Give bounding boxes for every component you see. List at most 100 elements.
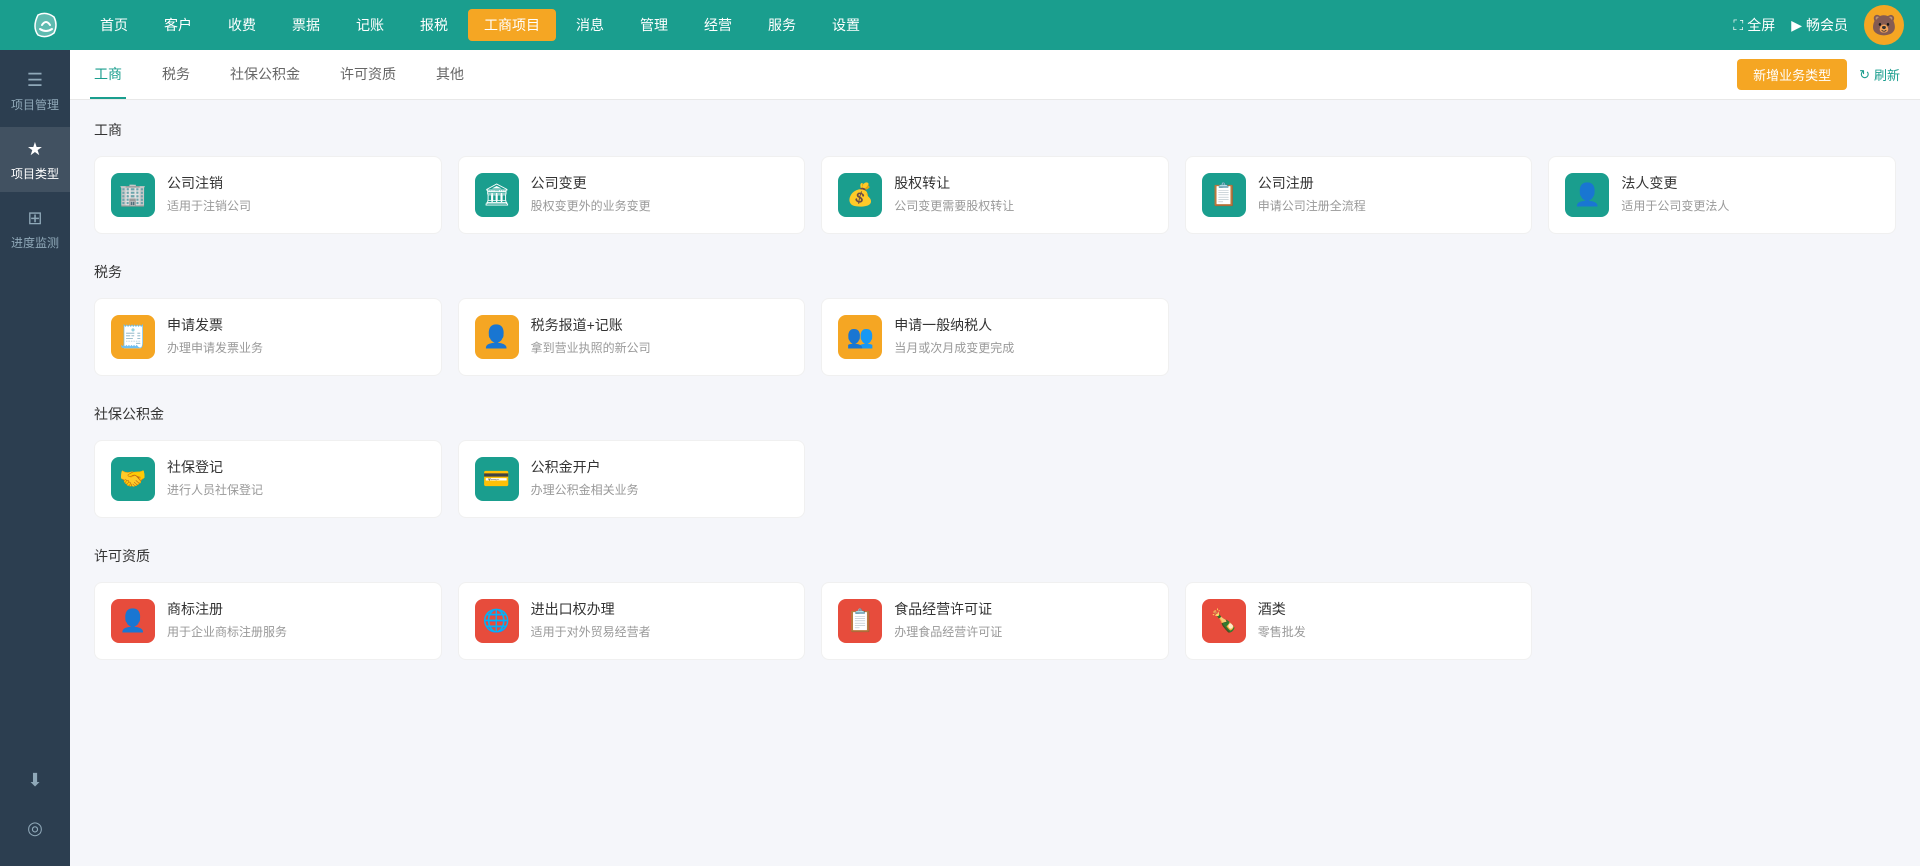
fullscreen-label: 全屏 — [1747, 15, 1775, 35]
card-info: 社保登记 进行人员社保登记 — [167, 457, 425, 498]
cards-grid-xuke: 👤 商标注册 用于企业商标注册服务 🌐 进出口权办理 适用于对外贸易经营者 — [94, 582, 1896, 660]
card-import-export[interactable]: 🌐 进出口权办理 适用于对外贸易经营者 — [458, 582, 806, 660]
liquor-icon: 🍾 — [1202, 599, 1246, 643]
sidebar-item-progress-monitor[interactable]: ⊞ 进度监测 — [0, 196, 70, 261]
card-provident-fund[interactable]: 💳 公积金开户 办理公积金相关业务 — [458, 440, 806, 518]
card-desc: 适用于公司变更法人 — [1621, 197, 1879, 214]
fullscreen-button[interactable]: ⛶ 全屏 — [1733, 15, 1775, 35]
card-desc: 用于企业商标注册服务 — [167, 623, 425, 640]
sidebar-item-download[interactable]: ⬇ — [0, 758, 70, 802]
nav-item-管理[interactable]: 管理 — [624, 9, 684, 41]
nav-item-经营[interactable]: 经营 — [688, 9, 748, 41]
nav-item-设置[interactable]: 设置 — [816, 9, 876, 41]
tab-actions: 新增业务类型 ↻ 刷新 — [1737, 59, 1900, 90]
card-company-change[interactable]: 🏛 公司变更 股权变更外的业务变更 — [458, 156, 806, 234]
company-change-icon: 🏛 — [475, 173, 519, 217]
nav-item-收费[interactable]: 收费 — [212, 9, 272, 41]
card-company-register[interactable]: 📋 公司注册 申请公司注册全流程 — [1185, 156, 1533, 234]
card-desc: 适用于对外贸易经营者 — [531, 623, 789, 640]
project-type-icon: ★ — [23, 137, 47, 161]
card-name: 进出口权办理 — [531, 599, 789, 619]
card-info: 公司变更 股权变更外的业务变更 — [531, 173, 789, 214]
card-general-taxpayer[interactable]: 👥 申请一般纳税人 当月或次月成变更完成 — [821, 298, 1169, 376]
refresh-button[interactable]: ↻ 刷新 — [1859, 65, 1900, 84]
card-info: 公司注销 适用于注销公司 — [167, 173, 425, 214]
nav-item-记账[interactable]: 记账 — [340, 9, 400, 41]
card-desc: 公司变更需要股权转让 — [894, 197, 1152, 214]
cards-grid-gongshang: 🏢 公司注销 适用于注销公司 🏛 公司变更 股权变更外的业务变更 — [94, 156, 1896, 234]
sidebar-item-project-type[interactable]: ★ 项目类型 — [0, 127, 70, 192]
nav-item-消息[interactable]: 消息 — [560, 9, 620, 41]
card-name: 公积金开户 — [531, 457, 789, 477]
trademark-icon: 👤 — [111, 599, 155, 643]
card-equity-transfer[interactable]: 💰 股权转让 公司变更需要股权转让 — [821, 156, 1169, 234]
card-invoice-apply[interactable]: 🧾 申请发票 办理申请发票业务 — [94, 298, 442, 376]
download-icon: ⬇ — [23, 768, 47, 792]
tab-shebao[interactable]: 社保公积金 — [226, 50, 304, 99]
invoice-icon: 🧾 — [111, 315, 155, 359]
content-scroll[interactable]: 工商 🏢 公司注销 适用于注销公司 🏛 公司变更 股权变更外的业务变更 — [70, 100, 1920, 866]
content-area: 工商 税务 社保公积金 许可资质 其他 新增业务类型 ↻ 刷新 工商 — [70, 50, 1920, 866]
card-social-insurance[interactable]: 🤝 社保登记 进行人员社保登记 — [94, 440, 442, 518]
card-info: 法人变更 适用于公司变更法人 — [1621, 173, 1879, 214]
sidebar-item-label: 项目管理 — [11, 96, 59, 113]
card-desc: 拿到营业执照的新公司 — [531, 339, 789, 356]
company-register-icon: 📋 — [1202, 173, 1246, 217]
card-legal-person-change[interactable]: 👤 法人变更 适用于公司变更法人 — [1548, 156, 1896, 234]
card-name: 酒类 — [1258, 599, 1516, 619]
section-title-shebao: 社保公积金 — [94, 404, 1896, 424]
project-management-icon: ☰ — [23, 68, 47, 92]
tax-report-icon: 👤 — [475, 315, 519, 359]
section-shuiwu: 税务 🧾 申请发票 办理申请发票业务 👤 税务报道+记账 拿到营业执照的新 — [94, 262, 1896, 376]
card-name: 公司注册 — [1258, 173, 1516, 193]
tab-xuke[interactable]: 许可资质 — [336, 50, 400, 99]
fullscreen-icon: ⛶ — [1733, 17, 1743, 34]
sidebar-item-label: 进度监测 — [11, 234, 59, 251]
play-icon: ▶ — [1791, 17, 1802, 34]
section-shebao: 社保公积金 🤝 社保登记 进行人员社保登记 💳 公积金开户 办理公积金相关 — [94, 404, 1896, 518]
card-tax-report[interactable]: 👤 税务报道+记账 拿到营业执照的新公司 — [458, 298, 806, 376]
top-navigation: 首页客户收费票据记账报税工商项目消息管理经营服务设置 ⛶ 全屏 ▶ 畅会员 🐻 — [0, 0, 1920, 50]
section-title-gongshang: 工商 — [94, 120, 1896, 140]
nav-item-服务[interactable]: 服务 — [752, 9, 812, 41]
section-title-xuke: 许可资质 — [94, 546, 1896, 566]
logo-area — [16, 9, 76, 41]
nav-item-客户[interactable]: 客户 — [148, 9, 208, 41]
card-name: 食品经营许可证 — [894, 599, 1152, 619]
card-name: 申请一般纳税人 — [894, 315, 1152, 335]
card-food-permit[interactable]: 📋 食品经营许可证 办理食品经营许可证 — [821, 582, 1169, 660]
member-button[interactable]: ▶ 畅会员 — [1791, 15, 1848, 35]
card-info: 申请一般纳税人 当月或次月成变更完成 — [894, 315, 1152, 356]
mascot-avatar[interactable]: 🐻 — [1864, 5, 1904, 45]
tab-gongshang[interactable]: 工商 — [90, 50, 126, 99]
add-type-button[interactable]: 新增业务类型 — [1737, 59, 1847, 90]
card-name: 公司变更 — [531, 173, 789, 193]
nav-item-票据[interactable]: 票据 — [276, 9, 336, 41]
card-info: 酒类 零售批发 — [1258, 599, 1516, 640]
card-name: 申请发票 — [167, 315, 425, 335]
sidebar-item-settings[interactable]: ◎ — [0, 806, 70, 850]
card-info: 食品经营许可证 办理食品经营许可证 — [894, 599, 1152, 640]
provident-fund-icon: 💳 — [475, 457, 519, 501]
card-desc: 办理公积金相关业务 — [531, 481, 789, 498]
sidebar-item-project-management[interactable]: ☰ 项目管理 — [0, 58, 70, 123]
tab-shuiwu[interactable]: 税务 — [158, 50, 194, 99]
progress-monitor-icon: ⊞ — [23, 206, 47, 230]
card-company-cancel[interactable]: 🏢 公司注销 适用于注销公司 — [94, 156, 442, 234]
nav-item-报税[interactable]: 报税 — [404, 9, 464, 41]
card-info: 公司注册 申请公司注册全流程 — [1258, 173, 1516, 214]
card-desc: 股权变更外的业务变更 — [531, 197, 789, 214]
nav-item-首页[interactable]: 首页 — [84, 9, 144, 41]
card-info: 进出口权办理 适用于对外贸易经营者 — [531, 599, 789, 640]
nav-item-工商项目[interactable]: 工商项目 — [468, 9, 556, 41]
card-liquor[interactable]: 🍾 酒类 零售批发 — [1185, 582, 1533, 660]
section-gongshang: 工商 🏢 公司注销 适用于注销公司 🏛 公司变更 股权变更外的业务变更 — [94, 120, 1896, 234]
card-info: 税务报道+记账 拿到营业执照的新公司 — [531, 315, 789, 356]
card-name: 商标注册 — [167, 599, 425, 619]
card-desc: 申请公司注册全流程 — [1258, 197, 1516, 214]
sidebar-item-label: 项目类型 — [11, 165, 59, 182]
card-trademark[interactable]: 👤 商标注册 用于企业商标注册服务 — [94, 582, 442, 660]
tab-qita[interactable]: 其他 — [432, 50, 468, 99]
nav-right: ⛶ 全屏 ▶ 畅会员 🐻 — [1733, 5, 1904, 45]
card-info: 股权转让 公司变更需要股权转让 — [894, 173, 1152, 214]
